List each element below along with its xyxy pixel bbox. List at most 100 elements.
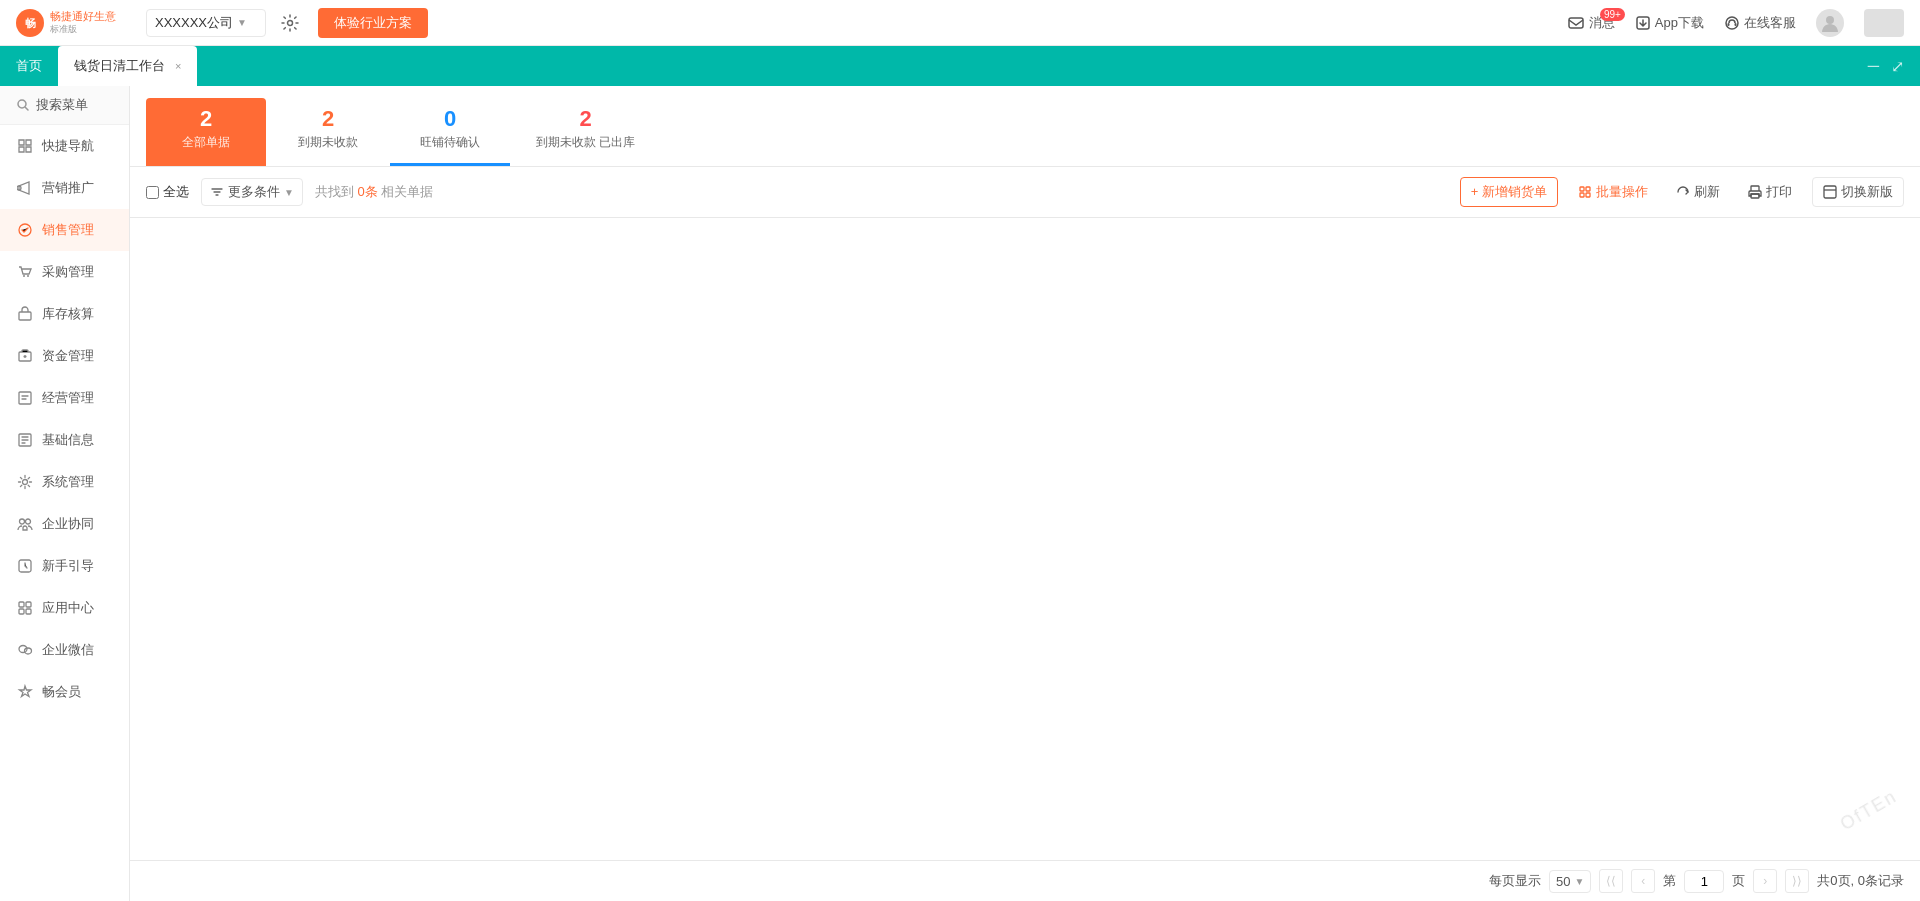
chevron-down-icon: ▼	[284, 187, 294, 198]
prev-page-button[interactable]: ‹	[1631, 869, 1655, 893]
svg-rect-7	[1735, 23, 1737, 26]
sidebar-item-inventory[interactable]: 库存核算	[0, 293, 129, 335]
svg-rect-32	[1824, 186, 1836, 198]
maximize-button[interactable]: ⤢	[1887, 53, 1908, 80]
marketing-icon	[16, 179, 34, 197]
svg-text:畅: 畅	[25, 17, 36, 29]
operations-icon	[16, 389, 34, 407]
svg-point-8	[1826, 16, 1834, 24]
next-page-button[interactable]: ›	[1753, 869, 1777, 893]
sidebar-item-marketing[interactable]: 营销推广	[0, 167, 129, 209]
empty-state	[130, 218, 1920, 860]
more-filter-button[interactable]: 更多条件 ▼	[201, 178, 303, 206]
app-download-button[interactable]: App下载	[1635, 14, 1704, 32]
table-area	[130, 218, 1920, 860]
svg-point-25	[25, 648, 32, 654]
select-all-input[interactable]	[146, 186, 159, 199]
svg-point-18	[23, 480, 28, 485]
finance-icon	[16, 347, 34, 365]
sidebar-item-cooperation[interactable]: 企业协同	[0, 503, 129, 545]
stat-tab-overdue[interactable]: 2 到期未收款	[268, 98, 388, 166]
app-center-icon	[16, 599, 34, 617]
page-size-select[interactable]: 50 ▼	[1549, 870, 1591, 893]
sales-icon	[16, 221, 34, 239]
sidebar-item-wechat[interactable]: 企业微信	[0, 629, 129, 671]
toolbar: 全选 更多条件 ▼ 共找到 0条 相关单据 + 新增销货单	[130, 167, 1920, 218]
sidebar-item-operations[interactable]: 经营管理	[0, 377, 129, 419]
member-icon	[16, 683, 34, 701]
main-layout: 搜索菜单 快捷导航 营销推广 销售管理 采购管理	[0, 86, 1920, 901]
select-all-checkbox[interactable]: 全选	[146, 183, 189, 201]
settings-button[interactable]	[274, 7, 306, 39]
svg-rect-16	[19, 392, 31, 404]
svg-rect-29	[1586, 193, 1590, 197]
refresh-button[interactable]: 刷新	[1668, 179, 1728, 205]
last-page-button[interactable]: ⟩⟩	[1785, 869, 1809, 893]
tab-active[interactable]: 钱货日清工作台 ×	[58, 46, 197, 86]
company-name: XXXXXX公司	[155, 14, 233, 32]
logo-area: 畅 畅捷通好生意 标准版	[16, 9, 146, 37]
svg-point-13	[27, 275, 29, 277]
tab-bar-actions: ─ ⤢	[1864, 53, 1920, 80]
stat-tab-pending[interactable]: 0 旺铺待确认	[390, 98, 510, 166]
tab-home[interactable]: 首页	[0, 46, 58, 86]
sidebar-item-app-center[interactable]: 应用中心	[0, 587, 129, 629]
sidebar-item-member[interactable]: 畅会员	[0, 671, 129, 713]
toolbar-right: + 新增销货单 批量操作 刷新	[1460, 177, 1904, 207]
batch-operation-button[interactable]: 批量操作	[1570, 179, 1656, 205]
search-menu-item[interactable]: 搜索菜单	[0, 86, 129, 125]
quick-nav-icon	[16, 137, 34, 155]
svg-point-5	[1726, 17, 1738, 29]
minimize-button[interactable]: ─	[1864, 53, 1883, 79]
svg-rect-6	[1728, 23, 1730, 26]
stats-tabs: 2 全部单据 2 到期未收款 0 旺铺待确认 2 到期未收款 已出库	[130, 86, 1920, 167]
logo-text: 畅捷通好生意	[50, 9, 116, 23]
svg-rect-27	[1586, 187, 1590, 191]
first-page-button[interactable]: ⟨⟨	[1599, 869, 1623, 893]
sidebar-item-finance[interactable]: 资金管理	[0, 335, 129, 377]
sidebar-item-purchase[interactable]: 采购管理	[0, 251, 129, 293]
top-header: 畅 畅捷通好生意 标准版 XXXXXX公司 ▼ 体验行业方案 消息 99+	[0, 0, 1920, 46]
user-info[interactable]	[1864, 9, 1904, 37]
wechat-icon	[16, 641, 34, 659]
cooperation-icon	[16, 515, 34, 533]
sidebar-item-system[interactable]: 系统管理	[0, 461, 129, 503]
found-text: 共找到 0条 相关单据	[315, 183, 433, 201]
sidebar-item-basic-info[interactable]: 基础信息	[0, 419, 129, 461]
svg-rect-20	[19, 602, 24, 607]
inventory-icon	[16, 305, 34, 323]
toolbar-left: 全选 更多条件 ▼ 共找到 0条 相关单据	[146, 178, 1448, 206]
sidebar-item-quick-nav[interactable]: 快捷导航	[0, 125, 129, 167]
svg-point-9	[18, 100, 26, 108]
switch-version-button[interactable]: 切换新版	[1812, 177, 1904, 207]
add-sales-button[interactable]: + 新增销货单	[1460, 177, 1558, 207]
svg-rect-22	[19, 609, 24, 614]
stat-tab-all[interactable]: 2 全部单据	[146, 98, 266, 166]
svg-rect-21	[26, 602, 31, 607]
svg-rect-26	[1580, 187, 1584, 191]
print-button[interactable]: 打印	[1740, 179, 1800, 205]
logo-icon: 畅	[16, 9, 44, 37]
sidebar: 搜索菜单 快捷导航 营销推广 销售管理 采购管理	[0, 86, 130, 901]
online-service-button[interactable]: 在线客服	[1724, 14, 1796, 32]
svg-rect-23	[26, 609, 31, 614]
chevron-down-icon: ▼	[237, 17, 247, 28]
message-badge: 99+	[1600, 8, 1625, 21]
page-number-input[interactable]	[1684, 870, 1724, 893]
tab-close-icon[interactable]: ×	[175, 60, 181, 72]
stat-tab-overdue-out[interactable]: 2 到期未收款 已出库	[512, 98, 659, 166]
message-button[interactable]: 消息 99+	[1567, 14, 1615, 32]
svg-rect-30	[1751, 186, 1759, 191]
system-icon	[16, 473, 34, 491]
sidebar-item-sales[interactable]: 销售管理	[0, 209, 129, 251]
svg-rect-14	[19, 312, 31, 320]
svg-rect-31	[1751, 194, 1759, 198]
trial-button[interactable]: 体验行业方案	[318, 8, 428, 38]
avatar[interactable]	[1816, 9, 1844, 37]
tab-bar: 首页 钱货日清工作台 × ─ ⤢	[0, 46, 1920, 86]
sidebar-item-guide[interactable]: 新手引导	[0, 545, 129, 587]
chevron-down-icon: ▼	[1574, 876, 1584, 887]
company-selector[interactable]: XXXXXX公司 ▼	[146, 9, 266, 37]
guide-icon	[16, 557, 34, 575]
purchase-icon	[16, 263, 34, 281]
